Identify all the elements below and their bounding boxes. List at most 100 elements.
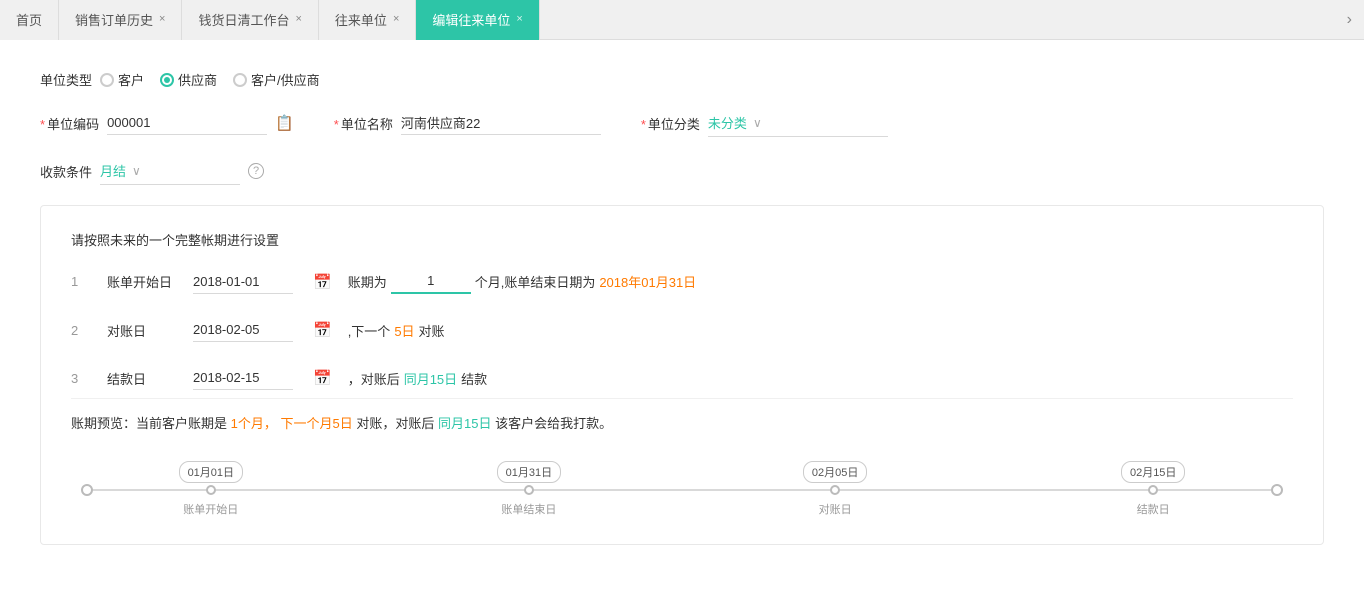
- payment-terms-row: 收款条件 月结 ∨ ?: [40, 157, 1324, 185]
- tl-node-1: 01月01日 账单开始日: [206, 485, 216, 495]
- unit-category-chevron-icon: ∨: [753, 116, 762, 130]
- tab-cashflow-label: 钱货日清工作台: [198, 10, 289, 29]
- unit-name-field: *单位名称: [334, 111, 601, 135]
- payment-date-input[interactable]: [193, 366, 293, 390]
- tl-node-2-dot: [524, 485, 534, 495]
- unit-code-input[interactable]: [107, 111, 267, 135]
- tab-home[interactable]: 首页: [0, 0, 59, 40]
- payment-terms-select[interactable]: 月结 ∨: [100, 157, 240, 185]
- tab-cashflow[interactable]: 钱货日清工作台 ×: [182, 0, 318, 40]
- desc-months-unit: 个月,账单结束日期为: [475, 272, 596, 291]
- unit-code-field: *单位编码 📋: [40, 111, 294, 135]
- period-row-2-desc: ,下一个 5日 对账: [348, 321, 445, 340]
- tabs-bar: 首页 销售订单历史 × 钱货日清工作台 × 往来单位 × 编辑往来单位 × ›: [0, 0, 1364, 40]
- radio-supplier[interactable]: 供应商: [160, 70, 217, 89]
- period-preview-text: 账期预览：当前客户账期是 1个月， 下一个月5日 对账，对账后 同月15日 该客…: [71, 398, 1293, 440]
- unit-category-label: *单位分类: [641, 114, 700, 133]
- period-row-2-label: 对账日: [107, 321, 177, 340]
- desc-next-prefix: ,下一个: [348, 321, 391, 340]
- period-months-input[interactable]: [391, 269, 471, 294]
- unit-category-field: *单位分类 未分类 ∨: [641, 109, 888, 137]
- tl-node-1-label: 账单开始日: [183, 501, 238, 517]
- tl-node-3: 02月05日 对账日: [830, 485, 840, 495]
- period-row-1-desc: 账期为 个月,账单结束日期为 2018年01月31日: [348, 269, 696, 294]
- tab-edit-partner[interactable]: 编辑往来单位 ×: [416, 0, 539, 40]
- unit-type-field: 单位类型 客户 供应商 客户/供应商: [40, 70, 320, 89]
- period-row-1: 1 账单开始日 📅 账期为 个月,账单结束日期为 2018年01月31日: [71, 269, 1293, 294]
- preview-label: 账期预览：当前客户账期是: [71, 416, 227, 431]
- tab-partner-close[interactable]: ×: [393, 14, 399, 25]
- tl-node-2-badge: 01月31日: [497, 461, 561, 483]
- period-row-3-desc: ，对账后 同月15日 结款: [348, 369, 488, 388]
- unit-type-row: 单位类型 客户 供应商 客户/供应商: [40, 70, 1324, 89]
- timeline: 01月01日 账单开始日 01月31日 账单结束日 02月05日 对账: [71, 460, 1293, 520]
- unit-name-required: *: [334, 117, 339, 132]
- radio-customer[interactable]: 客户: [100, 70, 144, 89]
- desc-payment-prefix: ，对账后: [348, 369, 400, 388]
- preview-end: 该客户会给我打款。: [495, 416, 612, 431]
- period-row-1-label: 账单开始日: [107, 272, 177, 291]
- tl-node-4-dot: [1148, 485, 1158, 495]
- payment-terms-chevron-icon: ∨: [132, 164, 141, 178]
- tab-sales-history-close[interactable]: ×: [159, 14, 165, 25]
- radio-customer-label: 客户: [118, 70, 144, 89]
- period-row-1-num: 1: [71, 274, 91, 289]
- tl-node-3-dot: [830, 485, 840, 495]
- tab-sales-history[interactable]: 销售订单历史 ×: [59, 0, 182, 40]
- tl-node-1-badge: 01月01日: [179, 461, 243, 483]
- radio-customer-supplier-label: 客户/供应商: [251, 70, 320, 89]
- unit-code-label: *单位编码: [40, 114, 99, 133]
- radio-customer-supplier[interactable]: 客户/供应商: [233, 70, 320, 89]
- tl-node-4-label: 结款日: [1137, 501, 1170, 517]
- unit-type-radio-group: 客户 供应商 客户/供应商: [100, 70, 320, 89]
- tl-node-4-badge: 02月15日: [1121, 461, 1185, 483]
- tl-node-2-label: 账单结束日: [501, 501, 556, 517]
- desc-payment-suffix: 结款: [461, 369, 487, 388]
- period-row-3: 3 结款日 📅 ，对账后 同月15日 结款: [71, 366, 1293, 390]
- reconcile-day-highlight: 5日: [394, 321, 414, 340]
- timeline-right-cap: [1271, 484, 1283, 496]
- unit-code-icon[interactable]: 📋: [275, 114, 294, 132]
- tab-home-label: 首页: [16, 10, 42, 29]
- tab-partner[interactable]: 往来单位 ×: [319, 0, 416, 40]
- start-date-calendar-icon[interactable]: 📅: [313, 273, 332, 291]
- payment-terms-help-icon[interactable]: ?: [248, 163, 264, 179]
- page-content: 单位类型 客户 供应商 客户/供应商 *单位编码: [0, 40, 1364, 608]
- desc-reconcile-suffix: 对账: [419, 321, 445, 340]
- tab-cashflow-close[interactable]: ×: [295, 14, 301, 25]
- reconcile-date-input[interactable]: [193, 318, 293, 342]
- start-date-input[interactable]: [193, 270, 293, 294]
- payment-date-calendar-icon[interactable]: 📅: [313, 369, 332, 387]
- unit-category-select[interactable]: 未分类 ∨: [708, 109, 888, 137]
- tl-node-4: 02月15日 结款日: [1148, 485, 1158, 495]
- period-end-date-highlight: 2018年01月31日: [599, 272, 696, 291]
- radio-supplier-label: 供应商: [178, 70, 217, 89]
- payment-terms-value: 月结: [100, 161, 126, 180]
- timeline-left-cap: [81, 484, 93, 496]
- radio-supplier-circle: [160, 73, 174, 87]
- tl-node-1-dot: [206, 485, 216, 495]
- period-box: 请按照未来的一个完整帐期进行设置 1 账单开始日 📅 账期为 个月,账单结束日期…: [40, 205, 1324, 545]
- tab-edit-partner-close[interactable]: ×: [516, 14, 522, 25]
- preview-next5: 下一个月5日: [281, 416, 353, 431]
- preview-middle: 对账，对账后: [356, 416, 434, 431]
- tab-edit-partner-label: 编辑往来单位: [432, 10, 510, 29]
- period-row-2-num: 2: [71, 323, 91, 338]
- payment-terms-field: 收款条件 月结 ∨ ?: [40, 157, 264, 185]
- period-row-3-label: 结款日: [107, 369, 177, 388]
- unit-name-label: *单位名称: [334, 114, 393, 133]
- tl-node-3-label: 对账日: [819, 501, 852, 517]
- unit-category-required: *: [641, 117, 646, 132]
- preview-same15: 同月15日: [438, 416, 491, 431]
- unit-type-label: 单位类型: [40, 70, 92, 89]
- expand-tabs-button[interactable]: ›: [1335, 11, 1364, 29]
- tl-node-2: 01月31日 账单结束日: [524, 485, 534, 495]
- reconcile-date-calendar-icon[interactable]: 📅: [313, 321, 332, 339]
- unit-name-input[interactable]: [401, 111, 601, 135]
- tab-sales-history-label: 销售订单历史: [75, 10, 153, 29]
- payment-terms-label: 收款条件: [40, 162, 92, 181]
- period-box-title: 请按照未来的一个完整帐期进行设置: [71, 230, 1293, 249]
- tab-partner-label: 往来单位: [335, 10, 387, 29]
- radio-customer-supplier-circle: [233, 73, 247, 87]
- unit-category-value: 未分类: [708, 113, 747, 132]
